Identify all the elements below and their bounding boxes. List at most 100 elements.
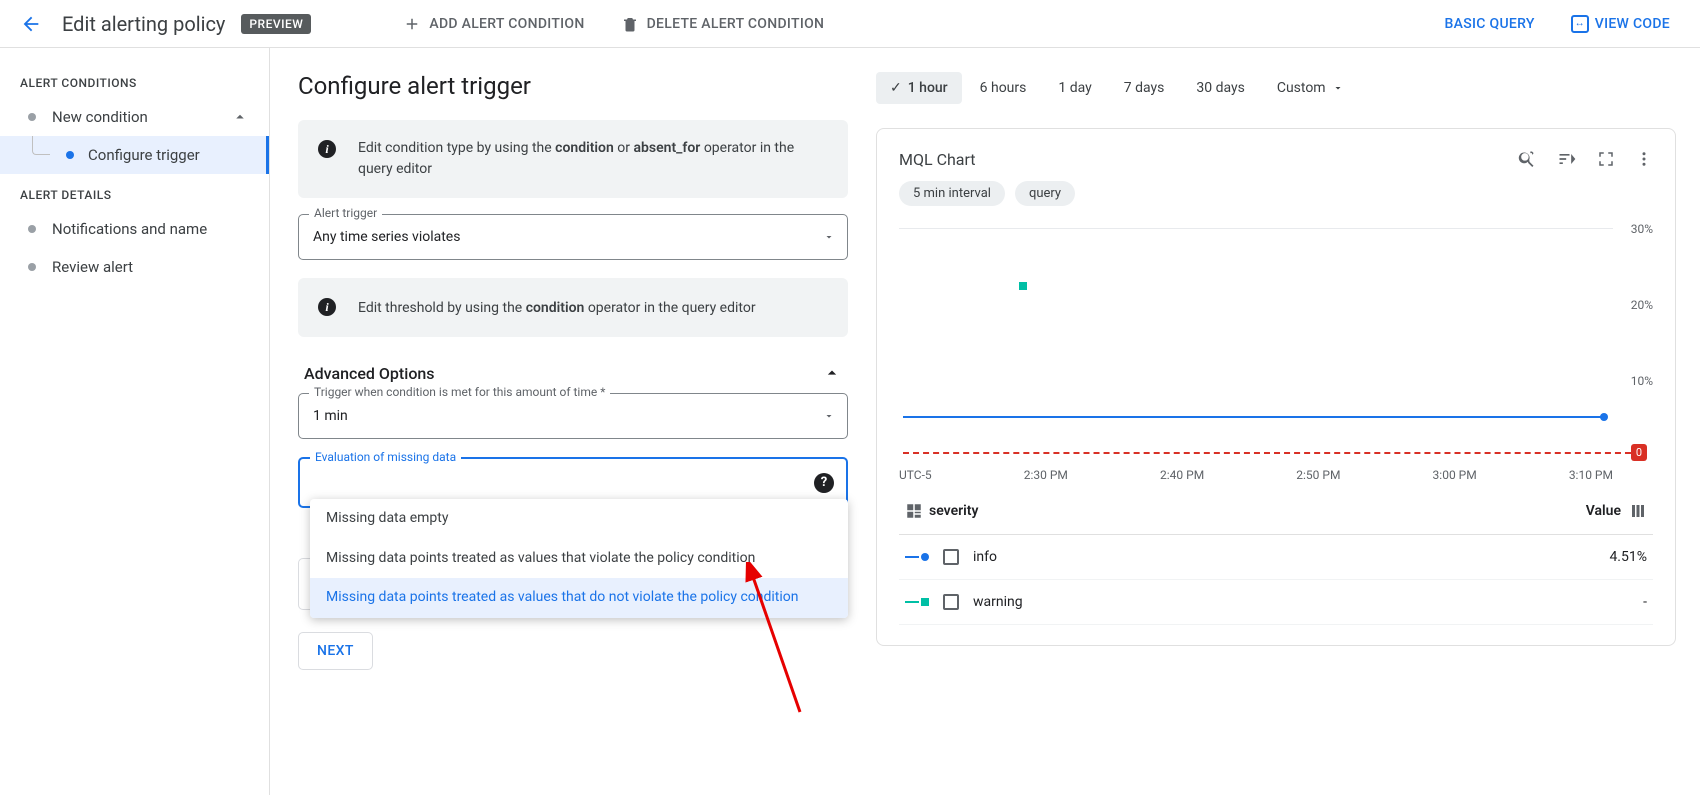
section-title: Configure alert trigger	[298, 72, 848, 100]
time-tab-custom[interactable]: Custom	[1263, 72, 1358, 104]
y-tick: 30%	[1631, 222, 1653, 236]
back-arrow-icon[interactable]	[20, 13, 42, 35]
time-tab-6h[interactable]: 6 hours	[966, 72, 1041, 104]
check-icon: ✓	[890, 80, 902, 96]
series-swatch-icon	[905, 553, 929, 561]
field-value: Any time series violates	[313, 229, 460, 245]
sidebar-item-new-condition[interactable]: New condition	[0, 98, 269, 136]
series-line-info	[903, 416, 1603, 418]
y-tick: 20%	[1631, 298, 1653, 312]
missing-data-option-violate[interactable]: Missing data points treated as values th…	[310, 539, 848, 579]
plus-icon	[403, 15, 421, 33]
view-code-button[interactable]: ↔ VIEW CODE	[1561, 7, 1680, 41]
sidebar-item-label: Notifications and name	[52, 220, 207, 238]
caret-down-icon	[823, 410, 835, 422]
legend-column-severity[interactable]: severity	[929, 503, 978, 519]
sidebar-item-notifications[interactable]: Notifications and name	[0, 210, 269, 248]
time-tab-1d[interactable]: 1 day	[1044, 72, 1105, 104]
page-title: Edit alerting policy	[62, 12, 225, 36]
caret-down-icon	[823, 231, 835, 243]
reset-zoom-icon[interactable]	[1517, 149, 1537, 169]
info-banner-threshold: i Edit threshold by using the condition …	[298, 278, 848, 337]
sidebar-item-label: New condition	[52, 108, 148, 126]
x-tick: UTC-5	[899, 468, 932, 482]
code-icon: ↔	[1571, 15, 1589, 33]
time-tab-1h[interactable]: ✓ 1 hour	[876, 72, 962, 104]
evaluation-missing-data-select[interactable]: Evaluation of missing data ? Missing dat…	[298, 457, 848, 508]
sidebar-heading-details: ALERT DETAILS	[0, 180, 269, 210]
legend-series-value: 4.51%	[1609, 549, 1647, 565]
breakdown-icon[interactable]	[905, 502, 923, 520]
x-tick: 2:40 PM	[1160, 468, 1204, 482]
columns-icon[interactable]	[1629, 502, 1647, 520]
missing-data-option-not-violate[interactable]: Missing data points treated as values th…	[310, 578, 848, 618]
legend-row-warning[interactable]: warning -	[899, 580, 1653, 625]
add-alert-condition-button[interactable]: ADD ALERT CONDITION	[393, 7, 594, 41]
legend-toggle-icon[interactable]	[1557, 149, 1577, 169]
sidebar-item-label: Review alert	[52, 258, 133, 276]
legend-column-value[interactable]: Value	[1586, 503, 1621, 519]
missing-data-dropdown: Missing data empty Missing data points t…	[310, 499, 848, 618]
chart-plot-area[interactable]: 30% 20% 10% 0 UTC-5 2:30 PM 2:40 PM 2:50…	[899, 220, 1653, 480]
time-tab-30d[interactable]: 30 days	[1182, 72, 1258, 104]
step-dot-icon	[28, 225, 36, 233]
info-banner-condition-type: i Edit condition type by using the condi…	[298, 120, 848, 198]
basic-query-button[interactable]: BASIC QUERY	[1435, 8, 1545, 40]
time-range-tabs: ✓ 1 hour 6 hours 1 day 7 days 30 days Cu…	[876, 72, 1676, 104]
step-dot-icon	[66, 151, 74, 159]
time-tab-label: 1 hour	[908, 80, 948, 96]
time-tab-label: Custom	[1277, 80, 1326, 96]
field-value	[313, 472, 316, 488]
preview-chip: PREVIEW	[241, 14, 311, 34]
chevron-up-icon	[822, 363, 842, 383]
field-label: Trigger when condition is met for this a…	[309, 385, 610, 399]
sidebar-heading-conditions: ALERT CONDITIONS	[0, 68, 269, 98]
chevron-up-icon	[231, 108, 249, 126]
series-endpoint-icon	[1600, 413, 1608, 421]
trigger-duration-select[interactable]: Trigger when condition is met for this a…	[298, 393, 848, 439]
delete-alert-condition-button[interactable]: DELETE ALERT CONDITION	[611, 7, 835, 41]
legend-series-value: -	[1643, 594, 1647, 610]
fullscreen-icon[interactable]	[1597, 149, 1615, 169]
info-icon: i	[318, 140, 336, 158]
time-tab-7d[interactable]: 7 days	[1110, 72, 1179, 104]
missing-data-option-empty[interactable]: Missing data empty	[310, 499, 848, 539]
threshold-line: 0	[903, 452, 1641, 454]
advanced-options-label: Advanced Options	[304, 364, 435, 383]
field-label: Evaluation of missing data	[310, 450, 461, 464]
legend-checkbox[interactable]	[943, 594, 959, 610]
info-text: Edit threshold by using the condition op…	[358, 298, 756, 319]
threshold-badge: 0	[1631, 444, 1647, 461]
help-icon[interactable]: ?	[814, 473, 834, 493]
x-tick: 3:10 PM	[1569, 468, 1613, 482]
legend-checkbox[interactable]	[943, 549, 959, 565]
chip-query[interactable]: query	[1015, 181, 1075, 206]
next-button[interactable]: NEXT	[298, 632, 373, 670]
sidebar-item-label: Configure trigger	[88, 146, 200, 164]
x-tick: 3:00 PM	[1433, 468, 1477, 482]
series-swatch-icon	[905, 598, 929, 606]
alert-trigger-select[interactable]: Alert trigger Any time series violates	[298, 214, 848, 260]
legend-series-name: info	[973, 549, 997, 565]
field-value: 1 min	[313, 408, 348, 424]
x-tick: 2:50 PM	[1296, 468, 1340, 482]
info-text: Edit condition type by using the conditi…	[358, 138, 828, 180]
delete-alert-condition-label: DELETE ALERT CONDITION	[647, 16, 825, 32]
caret-down-icon	[1332, 82, 1344, 94]
sidebar-item-review-alert[interactable]: Review alert	[0, 248, 269, 286]
info-icon: i	[318, 298, 336, 316]
step-dot-icon	[28, 263, 36, 271]
series-point-warning	[1019, 282, 1027, 290]
add-alert-condition-label: ADD ALERT CONDITION	[429, 16, 584, 32]
more-icon[interactable]	[1635, 149, 1653, 169]
view-code-label: VIEW CODE	[1595, 16, 1670, 32]
step-dot-icon	[28, 113, 36, 121]
legend-row-info[interactable]: info 4.51%	[899, 535, 1653, 580]
y-tick: 10%	[1631, 374, 1653, 388]
chip-interval[interactable]: 5 min interval	[899, 181, 1005, 206]
legend-series-name: warning	[973, 594, 1023, 610]
x-tick: 2:30 PM	[1024, 468, 1068, 482]
trash-icon	[621, 15, 639, 33]
chart-title: MQL Chart	[899, 150, 976, 169]
field-label: Alert trigger	[309, 206, 382, 220]
